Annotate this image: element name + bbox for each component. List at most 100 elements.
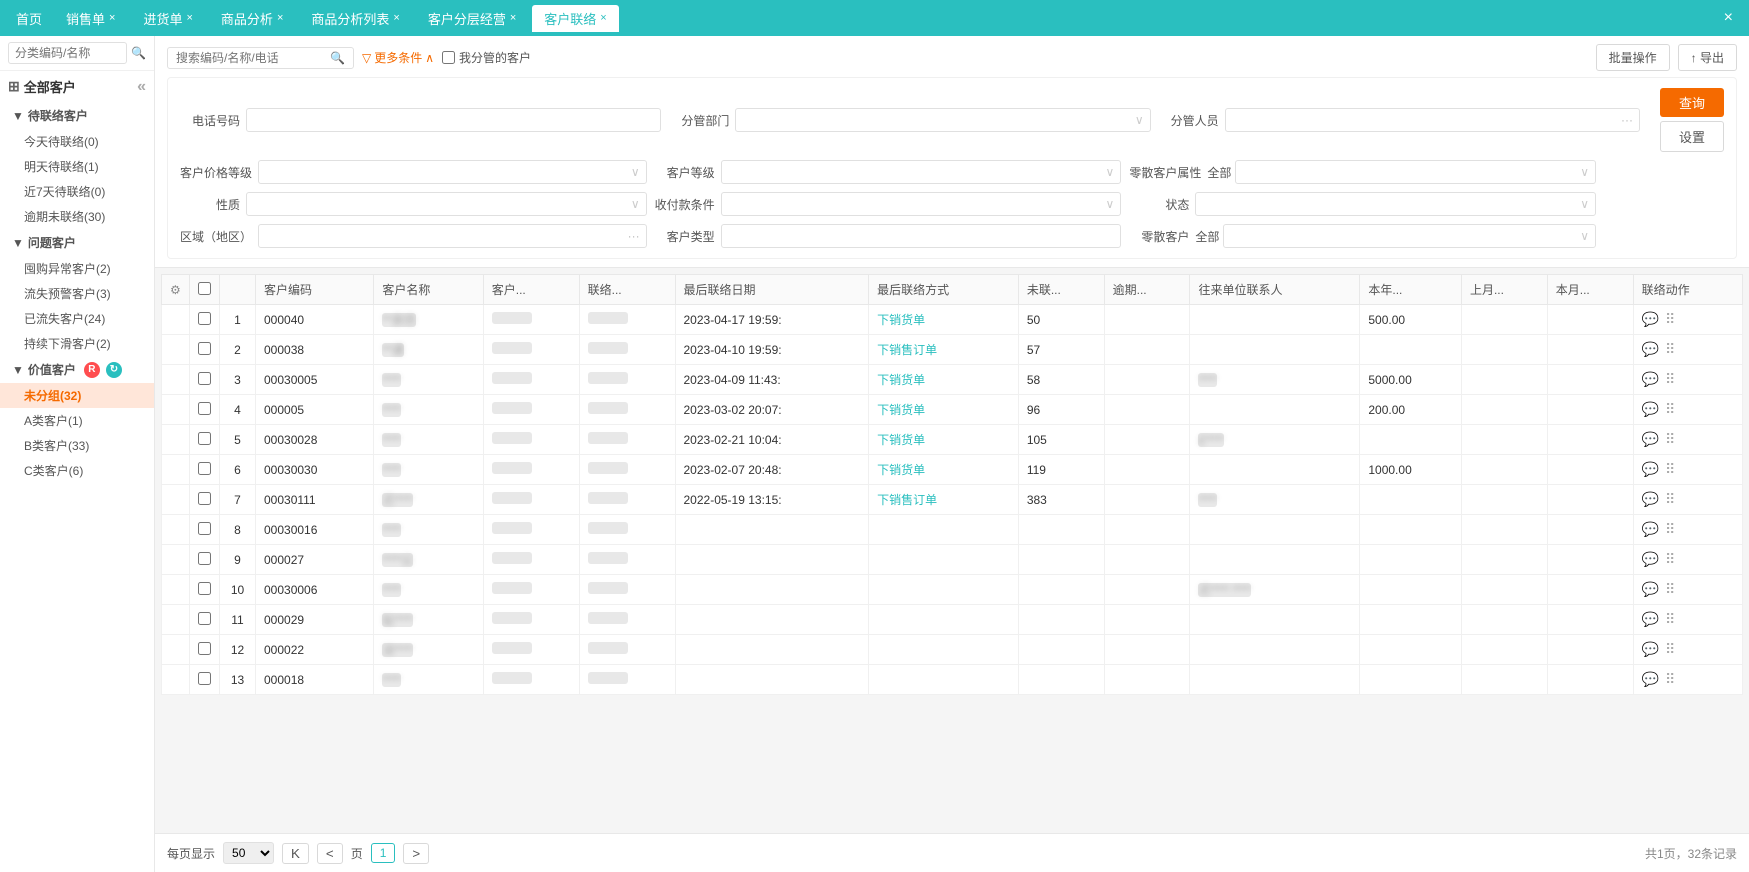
sidebar-item-abnormal[interactable]: 囤购异常客户(2) [0,256,154,281]
person-select[interactable]: ··· [1225,108,1640,132]
price-level-select[interactable]: ∨ [258,160,647,184]
th-partner[interactable]: 往来单位联系人 [1190,275,1360,305]
category-search-icon[interactable]: 🔍 [131,46,146,60]
row-checkbox-cell[interactable] [190,455,220,485]
row-checkbox-cell[interactable] [190,575,220,605]
row-checkbox-cell[interactable] [190,665,220,695]
row-checkbox-0[interactable] [198,312,211,325]
group-pending-contact[interactable]: ▼ 待联络客户 [0,102,154,129]
th-overdue[interactable]: 逾期... [1104,275,1190,305]
th-last-way[interactable]: 最后联络方式 [869,275,1019,305]
group-problem-customers[interactable]: ▼ 问题客户 [0,229,154,256]
group-value-customers[interactable]: ▼ 价值客户 R ↻ [0,356,154,383]
row-checkbox-cell[interactable] [190,605,220,635]
close-tab-analysis[interactable]: × [277,12,283,24]
row-checkbox-4[interactable] [198,432,211,445]
sidebar-item-class-a[interactable]: A类客户(1) [0,408,154,433]
th-last-month[interactable]: 上月... [1461,275,1547,305]
more-icon[interactable]: ⠿ [1665,371,1675,388]
row-last-way[interactable] [869,545,1019,575]
contact-icon[interactable]: 💬 [1642,641,1659,658]
row-checkbox-3[interactable] [198,402,211,415]
row-checkbox-cell[interactable] [190,305,220,335]
customer-level-select[interactable]: ∨ [721,160,1122,184]
more-icon[interactable]: ⠿ [1665,521,1675,538]
th-last-date[interactable]: 最后联络日期 [675,275,869,305]
my-customers-filter[interactable]: 我分管的客户 [442,49,531,66]
nav-tab-purchase[interactable]: 进货单 × [131,5,204,32]
row-last-way[interactable] [869,515,1019,545]
more-icon[interactable]: ⠿ [1665,641,1675,658]
close-tab-customer-segment[interactable]: × [510,12,516,24]
row-checkbox-1[interactable] [198,342,211,355]
main-search-input[interactable] [176,51,326,65]
row-checkbox-7[interactable] [198,522,211,535]
my-customers-checkbox[interactable] [442,51,455,64]
more-icon[interactable]: ⠿ [1665,341,1675,358]
payment-select[interactable]: ∨ [721,192,1122,216]
contact-icon[interactable]: 💬 [1642,551,1659,568]
th-this-month[interactable]: 本月... [1547,275,1633,305]
row-checkbox-10[interactable] [198,612,211,625]
current-page[interactable]: 1 [371,843,396,863]
row-checkbox-cell[interactable] [190,485,220,515]
query-btn[interactable]: 查询 [1660,88,1724,117]
close-tab-customer-contact[interactable]: × [600,12,606,24]
more-icon[interactable]: ⠿ [1665,401,1675,418]
status-select[interactable]: ∨ [1195,192,1596,216]
th-settings[interactable]: ⚙ [162,275,190,305]
close-tab-sales[interactable]: × [109,12,115,24]
per-page-select[interactable]: 50 20 100 [223,842,274,864]
more-icon[interactable]: ⠿ [1665,491,1675,508]
row-checkbox-cell[interactable] [190,635,220,665]
sidebar-item-declining[interactable]: 持续下滑客户(2) [0,331,154,356]
row-checkbox-cell[interactable] [190,515,220,545]
more-icon[interactable]: ⠿ [1665,431,1675,448]
row-last-way[interactable]: 下销货单 [869,425,1019,455]
row-checkbox-11[interactable] [198,642,211,655]
export-btn[interactable]: ↑ 导出 [1678,44,1737,71]
th-no-contact[interactable]: 未联... [1018,275,1104,305]
first-page-btn[interactable]: K [282,843,309,864]
sidebar-item-7days[interactable]: 近7天待联络(0) [0,179,154,204]
close-tab-analysis-list[interactable]: × [393,12,399,24]
row-last-way[interactable] [869,635,1019,665]
all-customers-header[interactable]: ⊞ 全部客户 « [0,71,154,102]
th-check[interactable] [190,275,220,305]
nature-select[interactable]: ∨ [246,192,647,216]
contact-icon[interactable]: 💬 [1642,671,1659,688]
retail-customer-select[interactable]: ∨ [1223,224,1596,248]
sidebar-item-lost[interactable]: 已流失客户(24) [0,306,154,331]
prev-page-btn[interactable]: < [317,843,343,864]
customer-type-input[interactable] [721,224,1122,248]
sidebar-item-today[interactable]: 今天待联络(0) [0,129,154,154]
phone-input[interactable] [246,108,661,132]
more-icon[interactable]: ⠿ [1665,671,1675,688]
th-type[interactable]: 客户... [483,275,579,305]
more-icon[interactable]: ⠿ [1665,611,1675,628]
row-checkbox-cell[interactable] [190,395,220,425]
row-last-way[interactable]: 下销货单 [869,455,1019,485]
sidebar-item-churn-warning[interactable]: 流失预警客户(3) [0,281,154,306]
close-tab-purchase[interactable]: × [186,12,192,24]
row-last-way[interactable] [869,575,1019,605]
close-all-tabs[interactable]: × [1716,9,1741,27]
contact-icon[interactable]: 💬 [1642,461,1659,478]
select-all-checkbox[interactable] [198,282,211,295]
th-name[interactable]: 客户名称 [374,275,483,305]
more-icon[interactable]: ⠿ [1665,581,1675,598]
sidebar-item-ungrouped[interactable]: 未分组(32) [0,383,154,408]
row-last-way[interactable]: 下销货单 [869,365,1019,395]
contact-icon[interactable]: 💬 [1642,431,1659,448]
batch-operation-btn[interactable]: 批量操作 [1596,44,1670,71]
contact-icon[interactable]: 💬 [1642,401,1659,418]
row-checkbox-cell[interactable] [190,425,220,455]
row-checkbox-cell[interactable] [190,335,220,365]
row-checkbox-8[interactable] [198,552,211,565]
row-last-way[interactable] [869,665,1019,695]
category-search-input[interactable] [8,42,127,64]
nav-tab-customer-contact[interactable]: 客户联络 × [532,5,618,32]
nav-tab-customer-segment[interactable]: 客户分层经营 × [416,5,528,32]
contact-icon[interactable]: 💬 [1642,311,1659,328]
sidebar-item-overdue[interactable]: 逾期未联络(30) [0,204,154,229]
